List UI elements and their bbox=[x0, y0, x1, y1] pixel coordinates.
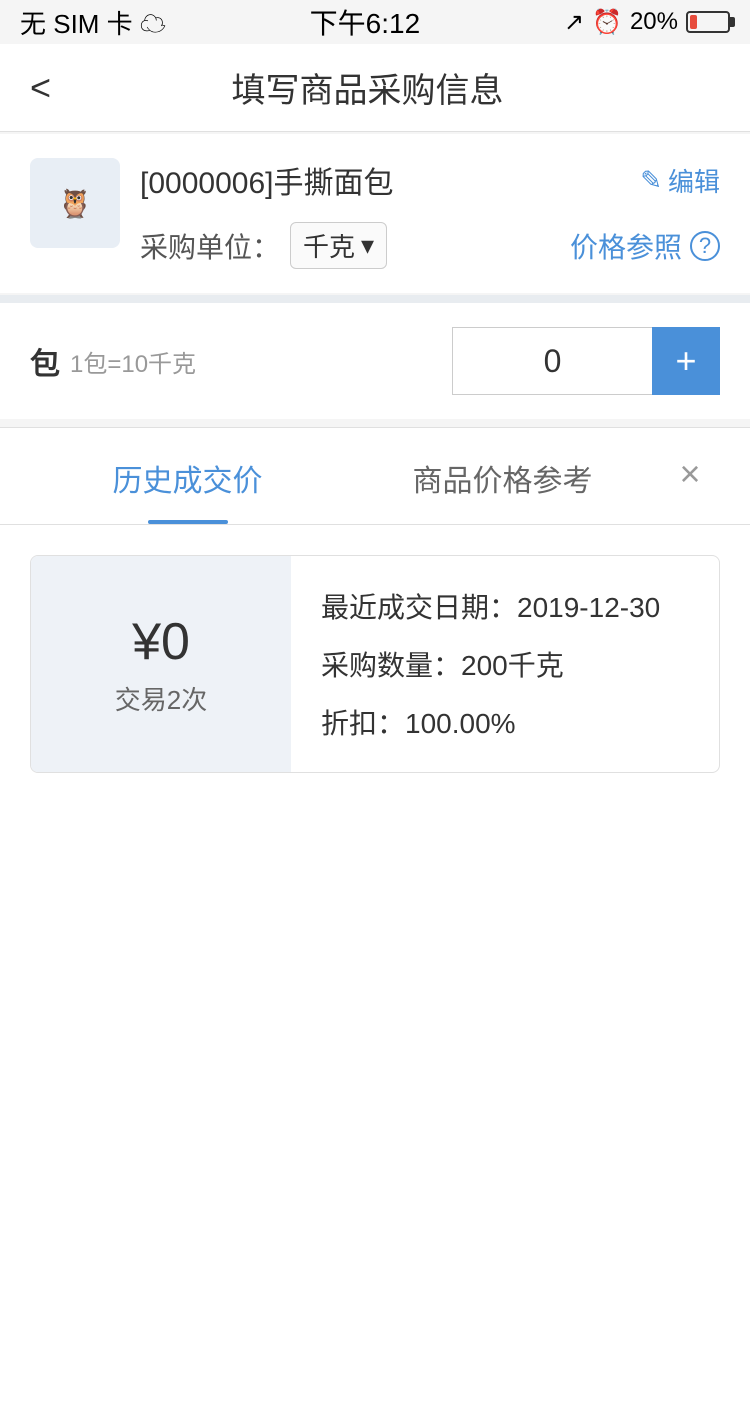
chevron-down-icon: ▾ bbox=[361, 230, 374, 261]
tab-section: 历史成交价 商品价格参考 × ¥0 交易2次 最近成交日期：2019-12-30… bbox=[0, 427, 750, 1403]
increment-button[interactable]: + bbox=[652, 327, 720, 395]
unit-selector[interactable]: 千克 ▾ bbox=[290, 222, 387, 269]
back-button[interactable]: < bbox=[30, 67, 71, 109]
quantity-section: 包 1包=10千克 + bbox=[0, 295, 750, 419]
quantity-label: 包 1包=10千克 bbox=[30, 339, 196, 383]
product-info: [0000006]手撕面包 ✎ 编辑 采购单位： 千克 ▾ 价格参照 ? bbox=[120, 158, 720, 269]
location-icon: ↗ bbox=[564, 8, 584, 37]
quantity-row: 包 1包=10千克 + bbox=[0, 303, 750, 419]
tab-close-button[interactable]: × bbox=[660, 453, 720, 499]
battery-text: 20% bbox=[630, 8, 678, 36]
price-card: ¥0 交易2次 最近成交日期：2019-12-30 采购数量：200千克 折扣：… bbox=[30, 555, 720, 773]
header: < 填写商品采购信息 bbox=[0, 44, 750, 132]
bag-unit-icon: 包 bbox=[30, 339, 60, 383]
price-ref-label: 价格参照 bbox=[570, 226, 682, 266]
price-detail-qty: 采购数量：200千克 bbox=[321, 644, 689, 684]
help-icon: ? bbox=[690, 231, 720, 261]
tab-bar: 历史成交价 商品价格参考 × bbox=[0, 428, 750, 525]
signal-text: 无 SIM 卡 ☁ bbox=[20, 4, 166, 41]
product-name-row: [0000006]手撕面包 ✎ 编辑 bbox=[140, 158, 720, 202]
discount-label: 折扣： bbox=[321, 708, 405, 739]
price-ref-button[interactable]: 价格参照 ? bbox=[570, 226, 720, 266]
product-thumbnail: 🦉 bbox=[30, 158, 120, 248]
page-title: 填写商品采购信息 bbox=[71, 63, 664, 112]
unit-left: 采购单位： 千克 ▾ bbox=[140, 222, 387, 269]
status-bar: 无 SIM 卡 ☁ 下午6:12 ↗ ⏰ 20% bbox=[0, 0, 750, 44]
quantity-input[interactable] bbox=[452, 327, 652, 395]
product-name: [0000006]手撕面包 bbox=[140, 158, 393, 202]
edit-button[interactable]: ✎ 编辑 bbox=[640, 162, 720, 199]
edit-icon: ✎ bbox=[640, 165, 662, 196]
main-background bbox=[0, 803, 750, 1403]
price-times: 交易2次 bbox=[115, 680, 207, 717]
status-right: ↗ ⏰ 20% bbox=[564, 8, 730, 37]
battery-icon bbox=[686, 11, 730, 33]
price-amount: ¥0 bbox=[132, 612, 190, 672]
qty-value: 200千克 bbox=[461, 650, 564, 681]
date-label: 最近成交日期： bbox=[321, 592, 517, 623]
price-card-right: 最近成交日期：2019-12-30 采购数量：200千克 折扣：100.00% bbox=[291, 556, 719, 772]
price-detail-discount: 折扣：100.00% bbox=[321, 702, 689, 742]
edit-label: 编辑 bbox=[668, 162, 720, 199]
qty-label: 采购数量： bbox=[321, 650, 461, 681]
price-card-left: ¥0 交易2次 bbox=[31, 556, 291, 772]
status-time: 下午6:12 bbox=[310, 2, 421, 42]
unit-label: 采购单位： bbox=[140, 226, 280, 266]
unit-conversion: 1包=10千克 bbox=[70, 344, 196, 379]
product-row: 🦉 [0000006]手撕面包 ✎ 编辑 采购单位： 千克 ▾ 价格 bbox=[30, 158, 720, 269]
alarm-icon: ⏰ bbox=[592, 8, 622, 37]
card-area: ¥0 交易2次 最近成交日期：2019-12-30 采购数量：200千克 折扣：… bbox=[0, 525, 750, 803]
tab-price-ref[interactable]: 商品价格参考 bbox=[345, 428, 660, 524]
date-value: 2019-12-30 bbox=[517, 592, 660, 623]
product-section: 🦉 [0000006]手撕面包 ✎ 编辑 采购单位： 千克 ▾ 价格 bbox=[0, 134, 750, 293]
purchase-unit-row: 采购单位： 千克 ▾ 价格参照 ? bbox=[140, 222, 720, 269]
quantity-input-wrap: + bbox=[452, 327, 720, 395]
tab-history-price[interactable]: 历史成交价 bbox=[30, 428, 345, 524]
price-detail-date: 最近成交日期：2019-12-30 bbox=[321, 586, 689, 626]
unit-value: 千克 bbox=[303, 227, 355, 264]
discount-value: 100.00% bbox=[405, 708, 516, 739]
status-left: 无 SIM 卡 ☁ bbox=[20, 4, 166, 41]
